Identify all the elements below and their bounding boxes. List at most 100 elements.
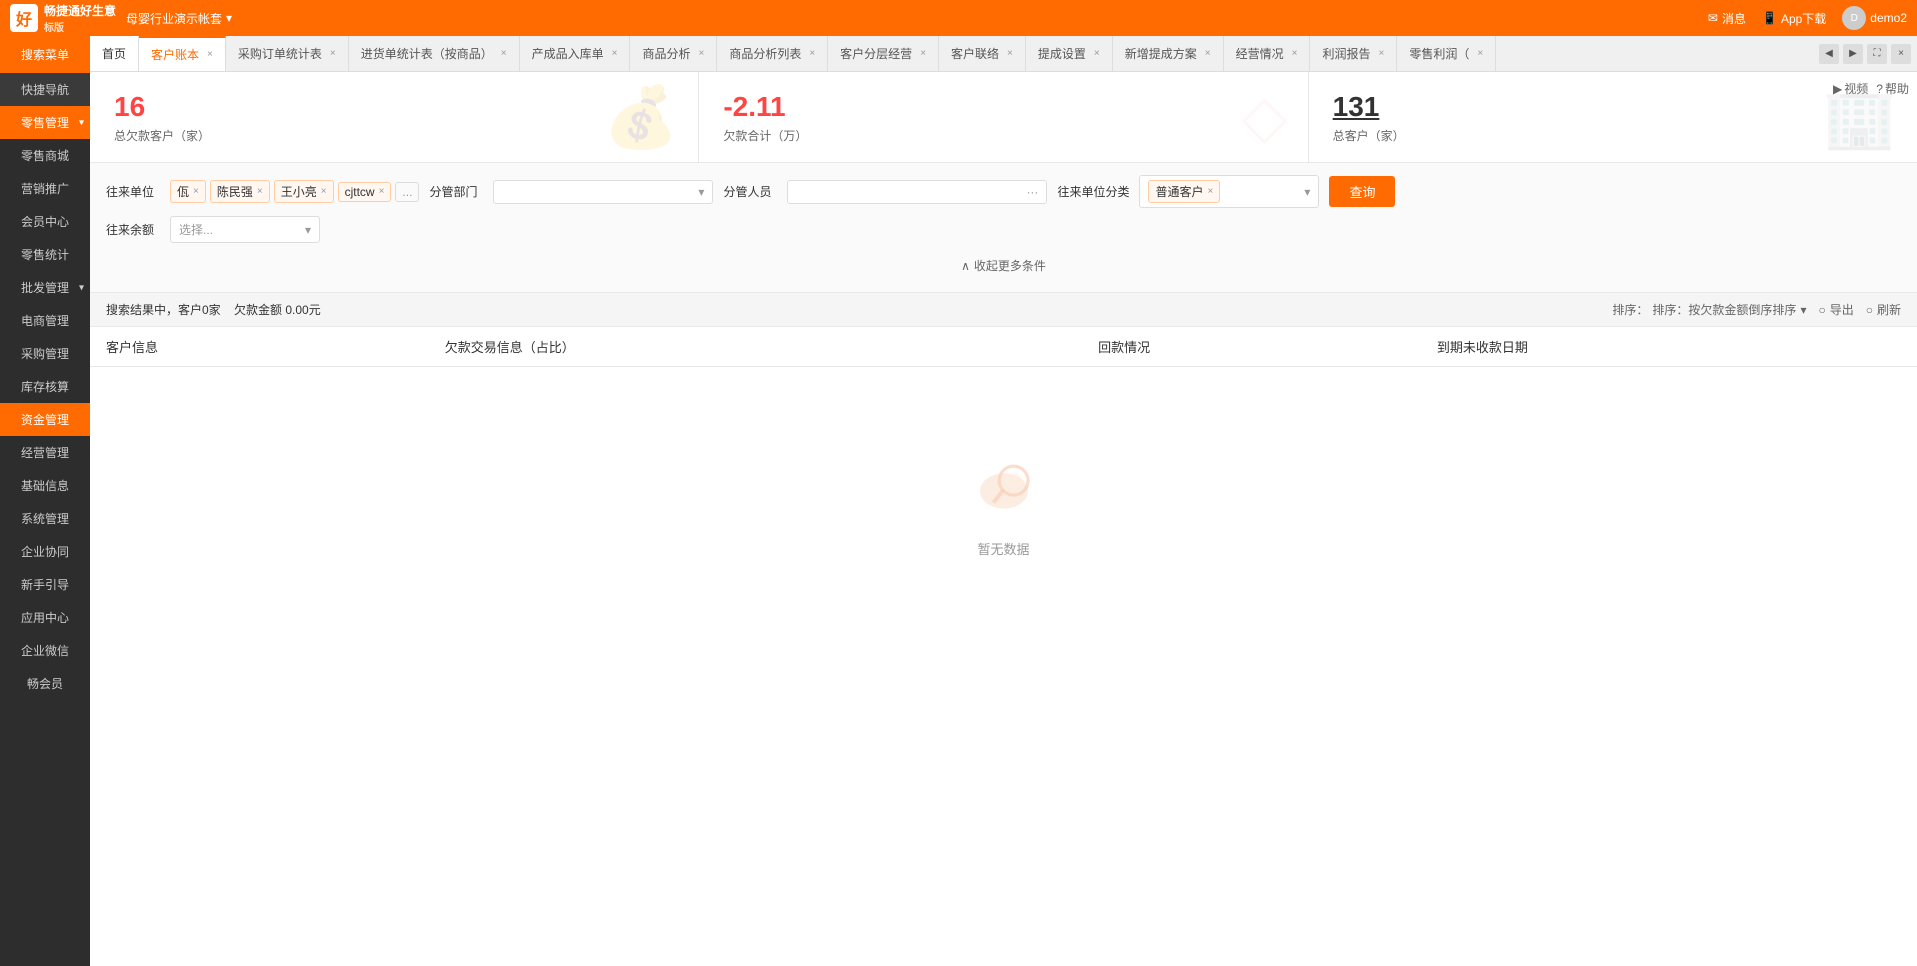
collapse-icon: ∧: [961, 259, 970, 273]
dept-select[interactable]: ▾: [493, 180, 713, 204]
person-dropdown-icon: ···: [1026, 185, 1038, 199]
tab-finished-goods[interactable]: 产成品入库单 ×: [520, 36, 631, 72]
tab-purchase-stats[interactable]: 采购订单统计表 ×: [226, 36, 349, 72]
refresh-btn[interactable]: ○ 刷新: [1866, 301, 1901, 318]
sidebar-item-ecommerce[interactable]: 电商管理: [0, 304, 90, 337]
tab-close-add-commission[interactable]: ×: [1205, 48, 1211, 59]
message-btn[interactable]: ✉ 消息: [1708, 10, 1746, 27]
tab-operations[interactable]: 经营情况 ×: [1224, 36, 1311, 72]
collapse-filter-btn[interactable]: ∧ 收起更多条件: [955, 251, 1052, 280]
sidebar-item-marketing[interactable]: 营销推广: [0, 172, 90, 205]
tab-close-commission[interactable]: ×: [1094, 48, 1100, 59]
tab-close-customer-ledger[interactable]: ×: [207, 49, 213, 60]
tab-close-ops[interactable]: ×: [1292, 48, 1298, 59]
dept-dropdown-icon: ▾: [698, 185, 704, 199]
total-overdue-label: 欠款合计（万）: [723, 127, 807, 144]
stat-total-customers: ▶ 视频 ? 帮助 🏢 131 总客户（家）: [1309, 72, 1917, 162]
tab-close-retail-profit[interactable]: ×: [1477, 48, 1483, 59]
tab-maximize[interactable]: ⛶: [1867, 44, 1887, 64]
balance-select[interactable]: 选择... ▾: [170, 216, 320, 243]
tab-close-product[interactable]: ×: [698, 48, 704, 59]
tag-close-cjttcw[interactable]: ×: [379, 186, 385, 197]
tab-close-inbound[interactable]: ×: [501, 48, 507, 59]
person-select[interactable]: ···: [787, 180, 1047, 204]
filter-row-1: 往来单位 佤 × 陈民强 × 王小亮 ×: [106, 175, 1901, 208]
filter-tags-unit: 佤 × 陈民强 × 王小亮 × cjttcw ×: [170, 180, 419, 203]
tab-close-contact[interactable]: ×: [1007, 48, 1013, 59]
total-customers-label: 总客户（家）: [1333, 127, 1405, 144]
filter-area: 往来单位 佤 × 陈民强 × 王小亮 ×: [90, 163, 1917, 293]
tab-retail-profit[interactable]: 零售利润（ ×: [1397, 36, 1496, 72]
sidebar-item-inventory[interactable]: 库存核算: [0, 370, 90, 403]
sidebar-item-operations[interactable]: 经营管理: [0, 436, 90, 469]
empty-text: 暂无数据: [977, 539, 1029, 558]
tab-close-profit[interactable]: ×: [1378, 48, 1384, 59]
empty-state: 暂无数据: [90, 367, 1917, 638]
tab-nav-next[interactable]: ▶: [1843, 44, 1863, 64]
sidebar-item-member[interactable]: 畅会员: [0, 667, 90, 700]
results-info: 搜索结果中，客户0家 欠款金额 0.00元: [106, 301, 321, 318]
sidebar: 搜索菜单 快捷导航 零售管理 零售商城 营销推广 会员中心 零售统计 批发管理 …: [0, 36, 90, 966]
overdue-customers-label: 总欠款客户（家）: [114, 127, 210, 144]
sidebar-item-retail-stats[interactable]: 零售统计: [0, 238, 90, 271]
unit-type-select[interactable]: 普通客户 × ▾: [1139, 175, 1319, 208]
table-body: 暂无数据: [90, 367, 1917, 639]
sidebar-item-member-center[interactable]: 会员中心: [0, 205, 90, 238]
sidebar-item-basic-info[interactable]: 基础信息: [0, 469, 90, 502]
stat-total-overdue: ◇ -2.11 欠款合计（万）: [699, 72, 1308, 162]
tab-bar: 首页 客户账本 × 采购订单统计表 × 进货单统计表（按商品） × 产成品入库单…: [90, 36, 1917, 72]
tag-close-wa[interactable]: ×: [193, 186, 199, 197]
sidebar-item-system[interactable]: 系统管理: [0, 502, 90, 535]
tab-close-product-list[interactable]: ×: [809, 48, 815, 59]
tab-product-analysis-list[interactable]: 商品分析列表 ×: [717, 36, 828, 72]
filter-more-tags[interactable]: ...: [395, 182, 419, 202]
export-btn[interactable]: ○ 导出: [1818, 301, 1853, 318]
tag-close-chen[interactable]: ×: [257, 186, 263, 197]
top-actions: ✉ 消息 📱 App下载 D demo2: [1708, 6, 1907, 30]
sidebar-quicknav[interactable]: 快捷导航: [0, 73, 90, 106]
sidebar-search[interactable]: 搜索菜单: [0, 36, 90, 73]
app-name: 畅捷通好生意: [44, 2, 116, 19]
sidebar-item-enterprise-collab[interactable]: 企业协同: [0, 535, 90, 568]
sidebar-item-app-center[interactable]: 应用中心: [0, 601, 90, 634]
balance-placeholder: 选择...: [179, 221, 213, 238]
tab-profit-report[interactable]: 利润报告 ×: [1310, 36, 1397, 72]
top-bar: 好 畅捷通好生意 标版 母婴行业演示帐套 ▾ ✉ 消息 📱 App下载 D de…: [0, 0, 1917, 36]
filter-tag-cjttcw: cjttcw ×: [338, 182, 392, 202]
tab-close-all[interactable]: ×: [1891, 44, 1911, 64]
tab-home[interactable]: 首页: [90, 36, 139, 72]
filter-tag-chen: 陈民强 ×: [210, 180, 270, 203]
query-button[interactable]: 查询: [1329, 176, 1395, 207]
sidebar-item-wholesale[interactable]: 批发管理: [0, 271, 90, 304]
tag-close-wang[interactable]: ×: [321, 186, 327, 197]
sidebar-item-finance[interactable]: 资金管理: [0, 403, 90, 436]
tab-nav-prev[interactable]: ◀: [1819, 44, 1839, 64]
balance-label: 往来余额: [106, 221, 160, 238]
app-download-btn[interactable]: 📱 App下载: [1762, 10, 1826, 27]
tab-commission-settings[interactable]: 提成设置 ×: [1026, 36, 1113, 72]
tab-close-purchase[interactable]: ×: [330, 48, 336, 59]
total-overdue-value: -2.11: [723, 91, 785, 123]
sidebar-item-purchase[interactable]: 采购管理: [0, 337, 90, 370]
tab-customer-ledger[interactable]: 客户账本 ×: [139, 36, 226, 72]
dept-label: 分管部门: [429, 183, 483, 200]
tab-close-finished[interactable]: ×: [612, 48, 618, 59]
sidebar-item-retail-mgmt[interactable]: 零售管理: [0, 106, 90, 139]
tab-customer-contact[interactable]: 客户联络 ×: [939, 36, 1026, 72]
sidebar-item-newbie-guide[interactable]: 新手引导: [0, 568, 90, 601]
tag-close-unit-type[interactable]: ×: [1207, 186, 1213, 197]
sort-select[interactable]: 排序： 排序：按欠款金额倒序排序 ▾: [1612, 301, 1806, 318]
user-menu[interactable]: D demo2: [1842, 6, 1907, 30]
sort-icon: ▾: [1800, 303, 1806, 317]
stats-row: 💰 16 总欠款客户（家） ◇ -2.11 欠款合计（万） ▶ 视频: [90, 72, 1917, 163]
tab-customer-tier[interactable]: 客户分层经营 ×: [828, 36, 939, 72]
tab-close-tier[interactable]: ×: [920, 48, 926, 59]
tab-add-commission[interactable]: 新增提成方案 ×: [1113, 36, 1224, 72]
unit-type-dropdown-icon: ▾: [1304, 185, 1310, 199]
tab-inbound-stats[interactable]: 进货单统计表（按商品） ×: [349, 36, 520, 72]
export-icon: ○: [1818, 303, 1825, 317]
tab-product-analysis[interactable]: 商品分析 ×: [630, 36, 717, 72]
sidebar-item-retail-mall[interactable]: 零售商城: [0, 139, 90, 172]
account-select[interactable]: 母婴行业演示帐套 ▾: [126, 10, 232, 27]
sidebar-item-wechat[interactable]: 企业微信: [0, 634, 90, 667]
